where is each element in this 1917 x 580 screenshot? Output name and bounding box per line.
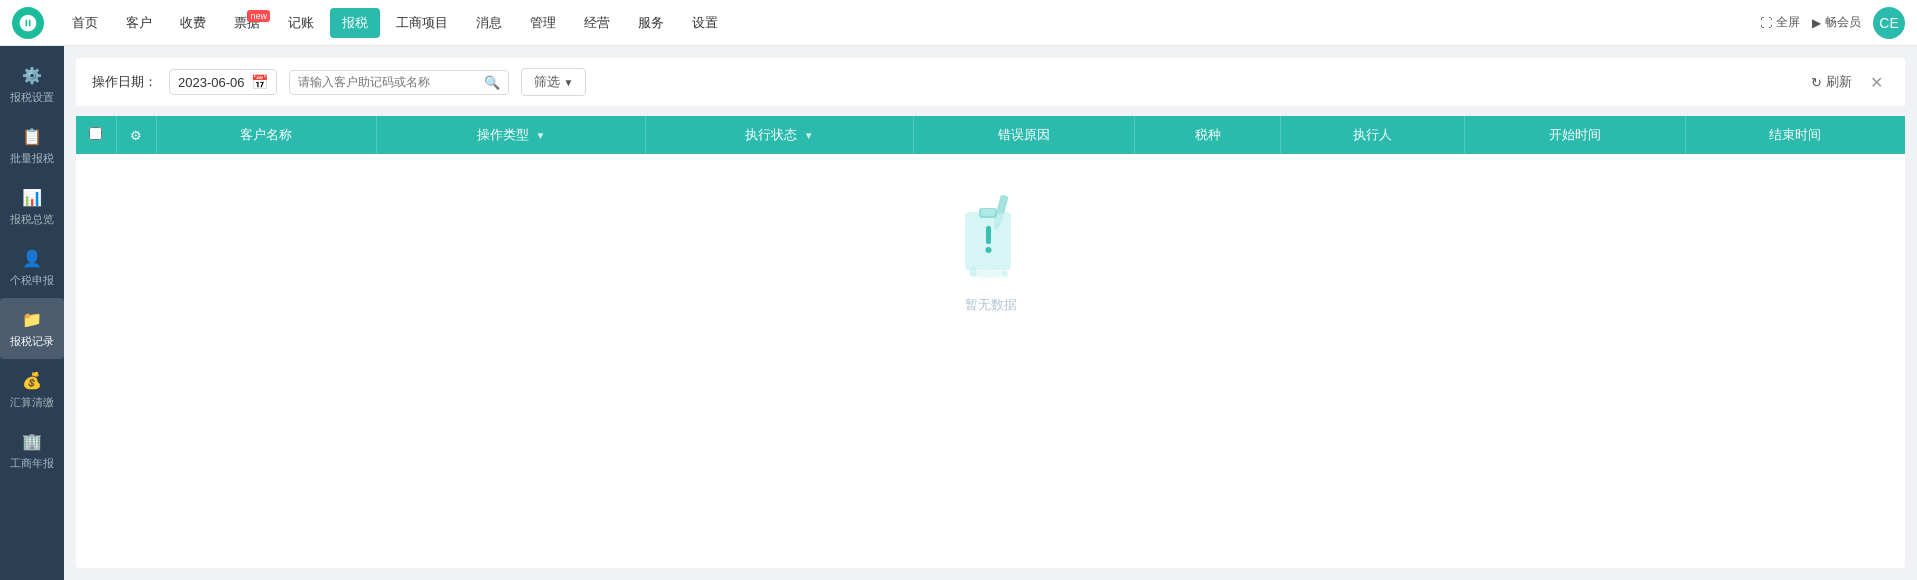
th-tax-type: 税种 xyxy=(1135,116,1281,154)
nav-message[interactable]: 消息 xyxy=(464,8,514,38)
svg-rect-7 xyxy=(986,226,991,244)
svg-point-8 xyxy=(985,247,991,253)
nav-manage[interactable]: 管理 xyxy=(518,8,568,38)
sort-icon-op-type: ▼ xyxy=(535,130,545,141)
gear-icon: ⚙ xyxy=(130,128,142,143)
sidebar-label-tax-overview: 报税总览 xyxy=(10,212,54,227)
data-table: ⚙ 客户名称 操作类型 ▼ 执行状态 ▼ xyxy=(76,116,1905,354)
sidebar: ⚙️ 报税设置 📋 批量报税 📊 报税总览 👤 个税申报 📁 报税记录 💰 汇算… xyxy=(0,46,64,580)
table-body: 暂无数据 xyxy=(76,154,1905,354)
th-checkbox[interactable] xyxy=(76,116,116,154)
calendar-icon: 📅 xyxy=(251,74,268,90)
refresh-button[interactable]: ↻ 刷新 xyxy=(1811,73,1852,91)
nav-operation[interactable]: 经营 xyxy=(572,8,622,38)
search-box[interactable]: 🔍 xyxy=(289,70,509,95)
video-icon: ▶ xyxy=(1812,16,1821,30)
sidebar-item-settlement[interactable]: 💰 汇算清缴 xyxy=(0,359,64,420)
nav-settings[interactable]: 设置 xyxy=(680,8,730,38)
sidebar-label-settlement: 汇算清缴 xyxy=(10,395,54,410)
table-header-row: ⚙ 客户名称 操作类型 ▼ 执行状态 ▼ xyxy=(76,116,1905,154)
sidebar-label-tax-settings: 报税设置 xyxy=(10,90,54,105)
filter-button[interactable]: 筛选 ▼ xyxy=(521,68,587,96)
nav-home[interactable]: 首页 xyxy=(60,8,110,38)
th-gear[interactable]: ⚙ xyxy=(116,116,156,154)
sort-icon-exec-status: ▼ xyxy=(804,130,814,141)
fullscreen-icon: ⛶ xyxy=(1760,16,1772,30)
date-value: 2023-06-06 xyxy=(178,75,245,90)
top-navigation: 首页 客户 收费 票据 new 记账 报税 工商项目 消息 管理 经营 服务 设… xyxy=(0,0,1917,46)
sidebar-item-batch-tax[interactable]: 📋 批量报税 xyxy=(0,115,64,176)
sidebar-item-tax-overview[interactable]: 📊 报税总览 xyxy=(0,176,64,237)
nav-business[interactable]: 工商项目 xyxy=(384,8,460,38)
toolbar: 操作日期： 2023-06-06 📅 🔍 筛选 ▼ ↻ 刷新 ✕ xyxy=(76,58,1905,106)
fullscreen-label: 全屏 xyxy=(1776,14,1800,31)
sidebar-label-annual-report: 工商年报 xyxy=(10,456,54,471)
th-exec-status[interactable]: 执行状态 ▼ xyxy=(645,116,913,154)
nav-customer[interactable]: 客户 xyxy=(114,8,164,38)
sidebar-item-tax-records[interactable]: 📁 报税记录 xyxy=(0,298,64,359)
nav-menu: 首页 客户 收费 票据 new 记账 报税 工商项目 消息 管理 经营 服务 设… xyxy=(60,8,1760,38)
nav-ticket[interactable]: 票据 new xyxy=(222,8,272,38)
svg-rect-6 xyxy=(981,209,995,216)
sidebar-item-tax-settings[interactable]: ⚙️ 报税设置 xyxy=(0,54,64,115)
content-area: 操作日期： 2023-06-06 📅 🔍 筛选 ▼ ↻ 刷新 ✕ xyxy=(64,46,1917,580)
sidebar-label-tax-records: 报税记录 xyxy=(10,334,54,349)
table-wrapper: ⚙ 客户名称 操作类型 ▼ 执行状态 ▼ xyxy=(76,116,1905,568)
tax-records-icon: 📁 xyxy=(21,308,43,330)
refresh-label: 刷新 xyxy=(1826,73,1852,91)
th-executor: 执行人 xyxy=(1281,116,1465,154)
individual-tax-icon: 👤 xyxy=(21,247,43,269)
fullscreen-btn[interactable]: ⛶ 全屏 xyxy=(1760,14,1800,31)
nav-fee[interactable]: 收费 xyxy=(168,8,218,38)
batch-tax-icon: 📋 xyxy=(21,125,43,147)
empty-state: 暂无数据 xyxy=(76,154,1905,354)
member-btn[interactable]: ▶ 畅会员 xyxy=(1812,14,1861,31)
nav-right-area: ⛶ 全屏 ▶ 畅会员 CE xyxy=(1760,7,1905,39)
tax-overview-icon: 📊 xyxy=(21,186,43,208)
search-icon: 🔍 xyxy=(484,75,500,90)
nav-service[interactable]: 服务 xyxy=(626,8,676,38)
nav-tax[interactable]: 报税 xyxy=(330,8,380,38)
chevron-down-icon: ▼ xyxy=(564,77,574,88)
annual-report-icon: 🏢 xyxy=(21,430,43,452)
app-logo[interactable] xyxy=(12,7,44,39)
th-end-time: 结束时间 xyxy=(1685,116,1905,154)
empty-icon xyxy=(951,194,1031,284)
avatar[interactable]: CE xyxy=(1873,7,1905,39)
close-button[interactable]: ✕ xyxy=(1864,71,1889,94)
th-op-type[interactable]: 操作类型 ▼ xyxy=(377,116,645,154)
new-badge: new xyxy=(247,10,270,23)
sidebar-item-annual-report[interactable]: 🏢 工商年报 xyxy=(0,420,64,481)
sidebar-label-batch-tax: 批量报税 xyxy=(10,151,54,166)
svg-point-11 xyxy=(970,270,1006,278)
empty-state-row: 暂无数据 xyxy=(76,154,1905,354)
sidebar-item-individual-tax[interactable]: 👤 个税申报 xyxy=(0,237,64,298)
search-input[interactable] xyxy=(298,75,484,89)
tax-settings-icon: ⚙️ xyxy=(21,64,43,86)
empty-text: 暂无数据 xyxy=(965,296,1017,314)
select-all-checkbox[interactable] xyxy=(89,127,102,140)
th-customer-name: 客户名称 xyxy=(156,116,377,154)
filter-label: 筛选 xyxy=(534,73,560,91)
sidebar-label-individual-tax: 个税申报 xyxy=(10,273,54,288)
main-layout: ⚙️ 报税设置 📋 批量报税 📊 报税总览 👤 个税申报 📁 报税记录 💰 汇算… xyxy=(0,46,1917,580)
member-label: 畅会员 xyxy=(1825,14,1861,31)
th-error-reason: 错误原因 xyxy=(914,116,1135,154)
date-label: 操作日期： xyxy=(92,73,157,91)
refresh-icon: ↻ xyxy=(1811,75,1822,90)
settlement-icon: 💰 xyxy=(21,369,43,391)
th-start-time: 开始时间 xyxy=(1465,116,1686,154)
nav-accounting[interactable]: 记账 xyxy=(276,8,326,38)
date-picker[interactable]: 2023-06-06 📅 xyxy=(169,69,277,95)
